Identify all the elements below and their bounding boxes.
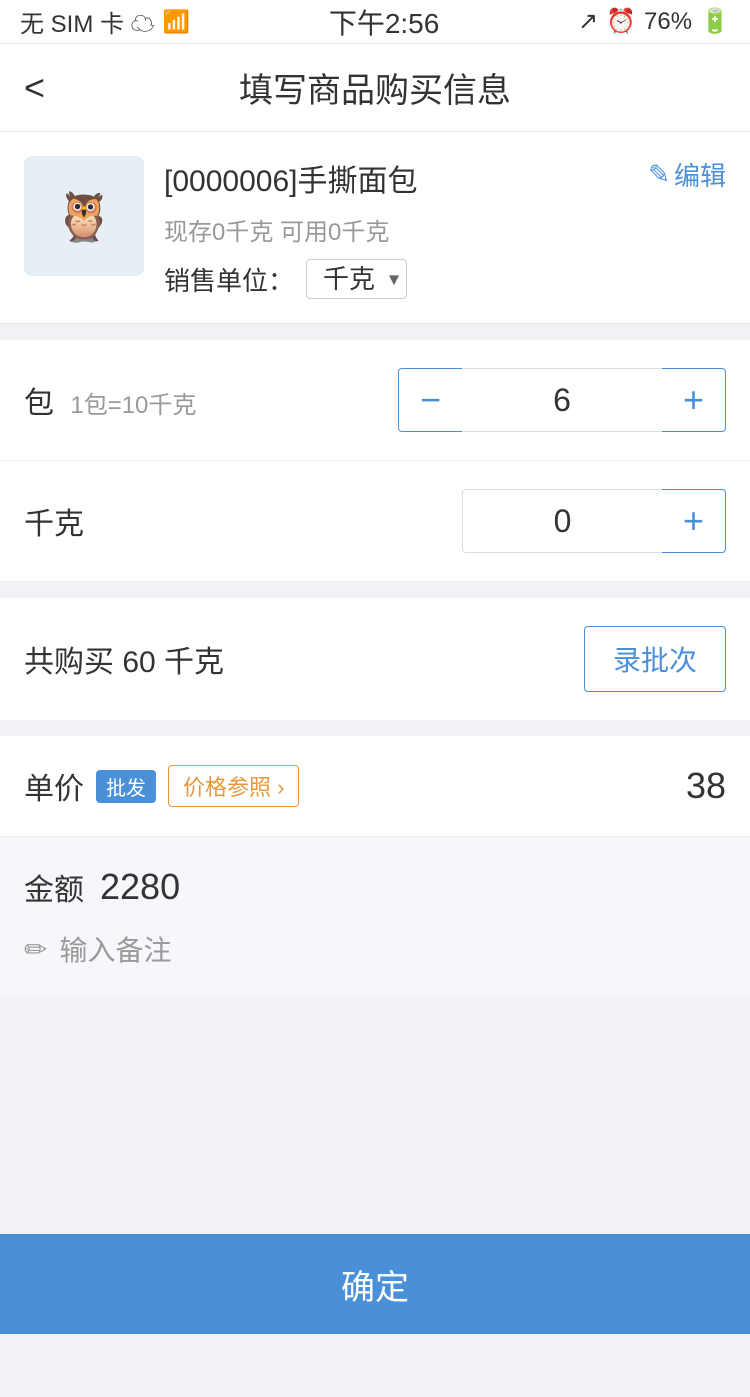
package-controls: − + [398, 368, 726, 432]
product-name: [0000006]手撕面包 [164, 156, 417, 200]
unit-select-wrapper[interactable]: 千克 [306, 259, 407, 299]
remark-row[interactable]: ✏ 输入备注 [24, 929, 726, 969]
price-section: 单价 批发 价格参照 › 38 [0, 736, 750, 837]
price-row: 单价 批发 价格参照 › 38 [24, 764, 726, 808]
remark-label: 输入备注 [59, 929, 171, 969]
package-input[interactable] [462, 368, 662, 432]
kilogram-plus-button[interactable]: + [662, 489, 726, 553]
tag-pifa: 批发 [96, 770, 156, 803]
amount-label: 金额 [24, 865, 84, 909]
product-logo-icon: 🦉 [54, 188, 114, 245]
kilogram-input[interactable] [462, 489, 662, 553]
status-right: ↗ ⏰ 76% 🔋 [578, 7, 730, 36]
back-button[interactable]: < [24, 67, 45, 109]
amount-row: 金额 2280 [24, 865, 726, 909]
edit-label: 编辑 [674, 156, 726, 193]
confirm-button[interactable]: 确定 [0, 1234, 750, 1334]
nav-bar: < 填写商品购买信息 [0, 44, 750, 132]
kilogram-label: 千克 [24, 499, 462, 543]
unit-label: 销售单位： [164, 261, 294, 298]
product-stock: 现存0千克 可用0千克 [164, 212, 726, 247]
amount-section: 金额 2280 ✏ 输入备注 [0, 837, 750, 997]
status-bar: 无 SIM 卡 ☁ 📶 下午2:56 ↗ ⏰ 76% 🔋 [0, 0, 750, 44]
product-info: [0000006]手撕面包 ✎ 编辑 现存0千克 可用0千克 销售单位： 千克 [164, 156, 726, 299]
edit-icon: ✎ [648, 159, 670, 190]
package-section: 包 1包=10千克 − + 千克 + [0, 340, 750, 582]
battery-icon: 🔋 [700, 7, 730, 36]
status-left: 无 SIM 卡 ☁ 📶 [20, 4, 190, 39]
confirm-label: 确定 [341, 1260, 409, 1309]
kilogram-controls: + [462, 489, 726, 553]
location-icon: ↗ [578, 7, 598, 36]
package-row: 包 1包=10千克 − + [0, 340, 750, 461]
unit-select[interactable]: 千克 [306, 259, 407, 299]
product-card: 🦉 [0000006]手撕面包 ✎ 编辑 现存0千克 可用0千克 销售单位： 千… [0, 132, 750, 324]
price-ref-button[interactable]: 价格参照 › [168, 765, 299, 807]
package-hint: 1包=10千克 [70, 392, 196, 419]
package-minus-button[interactable]: − [398, 368, 462, 432]
total-row: 共购买 60 千克 录批次 [0, 598, 750, 720]
kilogram-row: 千克 + [0, 461, 750, 582]
product-unit-row: 销售单位： 千克 [164, 259, 726, 299]
remark-icon: ✏ [24, 933, 47, 966]
status-time: 下午2:56 [329, 2, 440, 42]
price-label-group: 单价 批发 价格参照 › [24, 764, 299, 808]
battery-label: 76% [644, 8, 692, 36]
amount-value: 2280 [100, 866, 180, 908]
package-label: 包 1包=10千克 [24, 378, 398, 422]
page-title: 填写商品购买信息 [239, 63, 511, 112]
batch-button[interactable]: 录批次 [584, 626, 726, 692]
price-value: 38 [686, 765, 726, 807]
price-label: 单价 [24, 764, 84, 808]
package-plus-button[interactable]: + [662, 368, 726, 432]
alarm-icon: ⏰ [606, 7, 636, 36]
product-image: 🦉 [24, 156, 144, 276]
edit-button[interactable]: ✎ 编辑 [648, 156, 726, 193]
wifi-icon: 📶 [163, 9, 190, 35]
total-text: 共购买 60 千克 [24, 637, 224, 681]
sim-label: 无 SIM 卡 ☁ [20, 4, 155, 39]
